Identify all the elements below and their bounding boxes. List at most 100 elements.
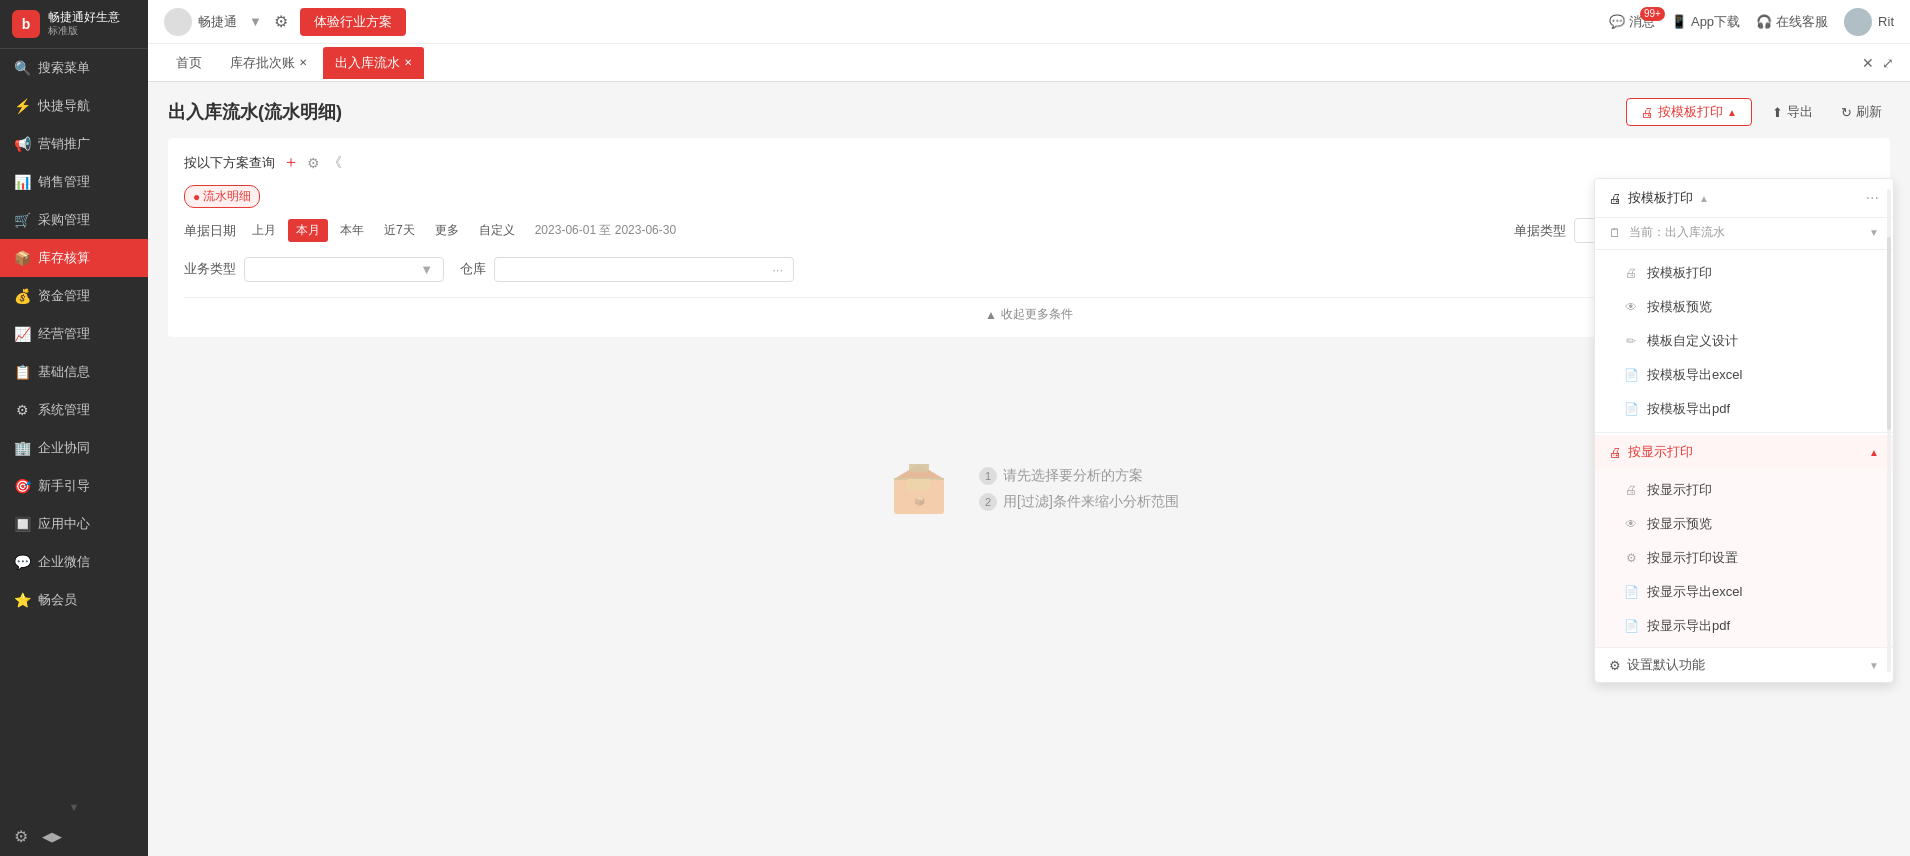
date-btn-7days[interactable]: 近7天 xyxy=(376,219,423,242)
filter-warehouse-select[interactable]: ··· xyxy=(494,257,794,282)
tab-home-label: 首页 xyxy=(176,54,202,72)
print-dropdown-panel: 🖨 按模板打印 ▲ ··· 🗒 当前：出入库流水 ▼ 🖨 按模板打印 xyxy=(1594,178,1894,683)
empty-tip-1: 1 请先选择要分析的方案 xyxy=(979,467,1143,485)
dp-item-template-preview[interactable]: 👁 按模板预览 xyxy=(1595,290,1893,324)
filter-biz-type-select[interactable]: ▼ xyxy=(244,257,444,282)
dp-footer-left: ⚙ 设置默认功能 xyxy=(1609,656,1705,674)
filter-add-icon[interactable]: ＋ xyxy=(283,152,299,173)
app-download-button[interactable]: 📱 App下载 xyxy=(1671,13,1740,31)
footer-settings-icon[interactable]: ⚙ xyxy=(14,827,28,846)
empty-state-tips: 1 请先选择要分析的方案 2 用[过滤]条件来缩小分析范围 xyxy=(979,467,1179,511)
filter-collapse-icon[interactable]: 《 xyxy=(328,154,342,172)
sidebar-item-system[interactable]: ⚙ 系统管理 xyxy=(0,391,148,429)
sidebar-item-apps[interactable]: 🔲 应用中心 xyxy=(0,505,148,543)
empty-tip-2: 2 用[过滤]条件来缩小分析范围 xyxy=(979,493,1179,511)
sidebar-item-shortcut[interactable]: ⚡ 快捷导航 xyxy=(0,87,148,125)
export-button[interactable]: ⬆ 导出 xyxy=(1764,99,1821,125)
sidebar-item-search[interactable]: 🔍 搜索菜单 xyxy=(0,49,148,87)
sidebar-item-label: 库存核算 xyxy=(38,249,90,267)
sidebar-item-operations[interactable]: 📈 经营管理 xyxy=(0,315,148,353)
page-actions: 🖨 按模板打印 ▲ ⬆ 导出 ↻ 刷新 xyxy=(1626,98,1890,126)
dp-template-design-label: 模板自定义设计 xyxy=(1647,332,1738,350)
sidebar-item-inventory[interactable]: 📦 库存核算 xyxy=(0,239,148,277)
sidebar-item-purchase[interactable]: 🛒 采购管理 xyxy=(0,201,148,239)
dp-item-display-pdf[interactable]: 📄 按显示导出pdf xyxy=(1595,609,1893,643)
filter-warehouse-field: 仓库 ··· xyxy=(460,257,794,282)
dp-scrollbar[interactable] xyxy=(1887,189,1891,672)
dp-divider-1 xyxy=(1595,249,1893,250)
dp-display-group-header[interactable]: 🖨 按显示打印 ▲ xyxy=(1595,435,1893,469)
tab-home[interactable]: 首页 xyxy=(164,47,214,79)
sidebar-scroll-down[interactable]: ▼ xyxy=(0,797,148,817)
dp-item-display-print[interactable]: 🖨 按显示打印 xyxy=(1595,473,1893,507)
biz-type-dropdown-icon: ▼ xyxy=(420,262,433,277)
tab-batch-label: 库存批次账 xyxy=(230,54,295,72)
tab-close-icon[interactable]: ✕ xyxy=(1862,55,1874,71)
sidebar-item-enterprise[interactable]: 🏢 企业协同 xyxy=(0,429,148,467)
messages-button[interactable]: 💬 消息 99+ xyxy=(1609,13,1655,31)
tab-flow-close[interactable]: ✕ xyxy=(404,57,412,68)
date-btn-last-month[interactable]: 上月 xyxy=(244,219,284,242)
sidebar-item-label: 快捷导航 xyxy=(38,97,90,115)
sidebar-item-label: 采购管理 xyxy=(38,211,90,229)
date-btn-this-month[interactable]: 本月 xyxy=(288,219,328,242)
sidebar-item-finance[interactable]: 💰 资金管理 xyxy=(0,277,148,315)
date-btn-custom[interactable]: 自定义 xyxy=(471,219,523,242)
refresh-button[interactable]: ↻ 刷新 xyxy=(1833,99,1890,125)
sidebar-nav: 🔍 搜索菜单 ⚡ 快捷导航 📢 营销推广 📊 销售管理 🛒 采购管理 📦 库存核… xyxy=(0,49,148,797)
sidebar-item-marketing[interactable]: 📢 营销推广 xyxy=(0,125,148,163)
filter-date-label: 单据日期 xyxy=(184,222,236,240)
footer-collapse-icon[interactable]: ◀▶ xyxy=(42,829,62,844)
tab-batch-close[interactable]: ✕ xyxy=(299,57,307,68)
dp-item-display-settings[interactable]: ⚙ 按显示打印设置 xyxy=(1595,541,1893,575)
tip-text-1: 请先选择要分析的方案 xyxy=(1003,467,1143,485)
sales-icon: 📊 xyxy=(14,174,30,190)
page-content: 出入库流水(流水明细) 🖨 按模板打印 ▲ ⬆ 导出 ↻ 刷新 xyxy=(148,82,1910,856)
print-icon: 🖨 xyxy=(1641,105,1654,120)
sidebar-item-member[interactable]: ⭐ 畅会员 xyxy=(0,581,148,619)
tab-flow-label: 出入库流水 xyxy=(335,54,400,72)
dp-display-group-label: 按显示打印 xyxy=(1628,443,1693,461)
dp-sub-text: 当前：出入库流水 xyxy=(1629,224,1725,241)
dp-item-display-excel[interactable]: 📄 按显示导出excel xyxy=(1595,575,1893,609)
warehouse-more-icon[interactable]: ··· xyxy=(772,262,783,277)
messages-badge: 99+ xyxy=(1640,7,1665,21)
dp-template-print-label: 按模板打印 xyxy=(1647,264,1712,282)
tab-batch[interactable]: 库存批次账 ✕ xyxy=(218,47,319,79)
topbar-user-info[interactable]: Rit xyxy=(1844,8,1894,36)
dp-item-template-design[interactable]: ✏ 模板自定义设计 xyxy=(1595,324,1893,358)
sidebar-item-sales[interactable]: 📊 销售管理 xyxy=(0,163,148,201)
dp-footer[interactable]: ⚙ 设置默认功能 ▼ xyxy=(1595,647,1893,682)
dp-template-design-icon: ✏ xyxy=(1623,333,1639,349)
dp-more-icon[interactable]: ··· xyxy=(1866,189,1879,207)
date-btn-more[interactable]: 更多 xyxy=(427,219,467,242)
filter-doc-type-label: 单据类型 xyxy=(1514,222,1566,240)
sidebar-item-label: 应用中心 xyxy=(38,515,90,533)
dp-item-template-print[interactable]: 🖨 按模板打印 xyxy=(1595,256,1893,290)
message-icon: 💬 xyxy=(1609,14,1625,29)
sidebar-item-wechat[interactable]: 💬 企业微信 xyxy=(0,543,148,581)
sidebar-item-guide[interactable]: 🎯 新手引导 xyxy=(0,467,148,505)
topbar-gear-icon[interactable]: ⚙ xyxy=(274,12,288,31)
service-icon: 🎧 xyxy=(1756,14,1772,29)
sidebar-item-label: 企业协同 xyxy=(38,439,90,457)
date-btn-this-year[interactable]: 本年 xyxy=(332,219,372,242)
online-service-button[interactable]: 🎧 在线客服 xyxy=(1756,13,1828,31)
filter-tag-label: 流水明细 xyxy=(203,188,251,205)
print-template-button[interactable]: 🖨 按模板打印 ▲ xyxy=(1626,98,1752,126)
tab-flow[interactable]: 出入库流水 ✕ xyxy=(323,47,424,79)
dp-display-pdf-icon: 📄 xyxy=(1623,618,1639,634)
dp-item-template-excel[interactable]: 📄 按模板导出excel xyxy=(1595,358,1893,392)
dp-item-display-preview[interactable]: 👁 按显示预览 xyxy=(1595,507,1893,541)
refresh-label: 刷新 xyxy=(1856,103,1882,121)
collapse-filter-button[interactable]: ▲ 收起更多条件 xyxy=(985,306,1073,323)
topbar-dropdown-icon[interactable]: ▼ xyxy=(249,14,262,29)
sidebar-item-basic[interactable]: 📋 基础信息 xyxy=(0,353,148,391)
dp-item-template-pdf[interactable]: 📄 按模板导出pdf xyxy=(1595,392,1893,426)
collapse-up-icon: ▲ xyxy=(985,308,997,322)
dp-display-excel-label: 按显示导出excel xyxy=(1647,583,1742,601)
industry-button[interactable]: 体验行业方案 xyxy=(300,8,406,36)
filter-date-field: 单据日期 上月 本月 本年 近7天 更多 自定义 2023-06-01 至 20… xyxy=(184,219,676,242)
tab-expand-icon[interactable]: ⤢ xyxy=(1882,55,1894,71)
filter-settings-icon[interactable]: ⚙ xyxy=(307,155,320,171)
